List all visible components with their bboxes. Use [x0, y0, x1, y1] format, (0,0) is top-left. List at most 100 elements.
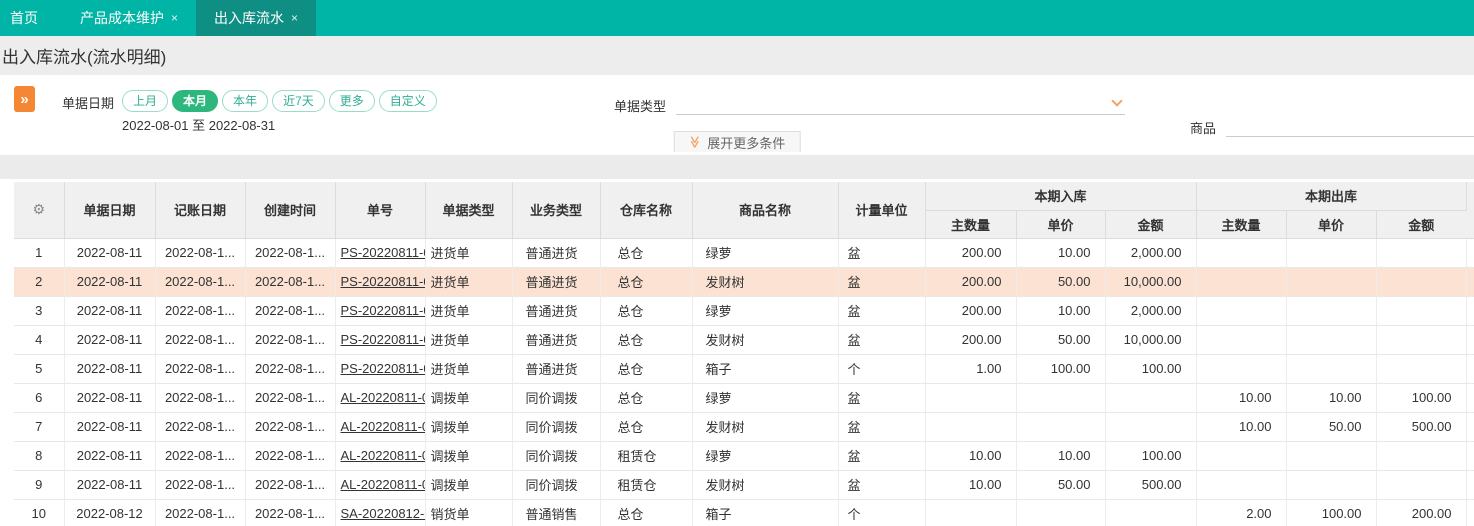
cell-product-name: 绿萝	[692, 383, 839, 413]
cell-book-date: 2022-08-1...	[155, 354, 246, 384]
cell-overflow	[1466, 412, 1474, 442]
cell-doc-type: 调拨单	[425, 412, 513, 442]
flow-table: ⚙ 单据日期 记账日期 创建时间 单号 单据类型 业务类型 仓库名称 商品名称 …	[14, 182, 1474, 526]
row-number: 2	[14, 267, 65, 297]
collapse-panel-button[interactable]: »	[14, 86, 35, 112]
table-row[interactable]: 3 2022-08-11 2022-08-1... 2022-08-1... P…	[14, 296, 1474, 326]
cell-in-price: 10.00	[1016, 441, 1106, 471]
cell-biz-type: 同价调拨	[512, 470, 601, 500]
cell-biz-type: 同价调拨	[512, 383, 601, 413]
cell-out-price	[1286, 238, 1377, 268]
cell-product-name: 箱子	[692, 499, 839, 526]
cell-doc-type: 销货单	[425, 499, 513, 526]
cell-product-name: 绿萝	[692, 238, 839, 268]
cell-doc-date: 2022-08-11	[64, 296, 156, 326]
date-pill[interactable]: 近7天	[272, 90, 325, 112]
cell-book-date: 2022-08-1...	[155, 325, 246, 355]
section-divider	[0, 155, 1474, 179]
cell-out-amount	[1376, 441, 1467, 471]
doc-no-link[interactable]: PS-20220811-0	[341, 303, 425, 318]
date-pill[interactable]: 本月	[172, 90, 219, 112]
cell-out-amount: 500.00	[1376, 412, 1467, 442]
col-header-warehouse[interactable]: 仓库名称	[600, 182, 693, 239]
date-pill[interactable]: 上月	[122, 90, 169, 112]
cell-doc-type: 调拨单	[425, 383, 513, 413]
cell-doc-type: 进货单	[425, 354, 513, 384]
cell-overflow	[1466, 267, 1474, 297]
cell-overflow	[1466, 238, 1474, 268]
expand-more-conditions-button[interactable]: ≫ 展开更多条件	[673, 131, 801, 152]
tab-product-cost[interactable]: 产品成本维护 ×	[62, 0, 196, 36]
table-row[interactable]: 7 2022-08-11 2022-08-1... 2022-08-1... A…	[14, 412, 1474, 442]
col-header-book-date[interactable]: 记账日期	[155, 182, 246, 239]
cell-in-price: 50.00	[1016, 267, 1106, 297]
cell-book-date: 2022-08-1...	[155, 383, 246, 413]
date-pill[interactable]: 自定义	[378, 90, 437, 112]
cell-product-name: 绿萝	[692, 441, 839, 471]
col-header-in-qty[interactable]: 主数量	[925, 210, 1017, 239]
col-header-in-price[interactable]: 单价	[1016, 210, 1106, 239]
cell-doc-type: 调拨单	[425, 470, 513, 500]
col-header-biz-type[interactable]: 业务类型	[512, 182, 601, 239]
table-row[interactable]: 10 2022-08-12 2022-08-1... 2022-08-1... …	[14, 499, 1474, 526]
col-header-doc-no[interactable]: 单号	[335, 182, 426, 239]
close-icon[interactable]: ×	[291, 12, 298, 24]
col-header-product-name[interactable]: 商品名称	[692, 182, 839, 239]
date-pill[interactable]: 本年	[222, 90, 269, 112]
group-header-outbound: 本期出库	[1196, 182, 1467, 211]
doc-no-link[interactable]: PS-20220811-0	[341, 245, 425, 260]
doc-no-link[interactable]: PS-20220811-0	[341, 274, 425, 289]
doc-no-link[interactable]: AL-20220811-0	[341, 477, 425, 492]
doc-no-link[interactable]: PS-20220811-0	[341, 332, 425, 347]
cell-in-amount: 2,000.00	[1105, 238, 1197, 268]
cell-in-amount	[1105, 412, 1197, 442]
cell-out-price	[1286, 470, 1377, 500]
cell-out-price: 100.00	[1286, 499, 1377, 526]
doc-no-link[interactable]: AL-20220811-0	[341, 448, 425, 463]
col-header-unit[interactable]: 计量单位	[838, 182, 926, 239]
cell-out-qty: 2.00	[1196, 499, 1287, 526]
tab-inout-flow[interactable]: 出入库流水 ×	[196, 0, 317, 36]
cell-create-time: 2022-08-1...	[245, 296, 336, 326]
col-header-create-time[interactable]: 创建时间	[245, 182, 336, 239]
table-row[interactable]: 4 2022-08-11 2022-08-1... 2022-08-1... P…	[14, 325, 1474, 355]
column-settings-button[interactable]: ⚙	[14, 182, 65, 239]
cell-in-amount: 2,000.00	[1105, 296, 1197, 326]
filter-panel: » 单据日期 上月 本月 本年 近7天 更多 自定义 2022-08-01 至 2022-…	[0, 75, 1474, 155]
cell-out-price	[1286, 441, 1377, 471]
col-header-doc-type[interactable]: 单据类型	[425, 182, 513, 239]
cell-unit: 盆	[838, 470, 926, 500]
col-header-out-price[interactable]: 单价	[1286, 210, 1377, 239]
table-row[interactable]: 5 2022-08-11 2022-08-1... 2022-08-1... P…	[14, 354, 1474, 384]
date-range-value[interactable]: 2022-08-01 至 2022-08-31	[122, 115, 275, 134]
doc-no-link[interactable]: AL-20220811-0	[341, 390, 425, 405]
date-pill[interactable]: 更多	[328, 90, 375, 112]
table-row[interactable]: 1 2022-08-11 2022-08-1... 2022-08-1... P…	[14, 238, 1474, 268]
doc-no-link[interactable]: PS-20220811-0	[341, 361, 425, 376]
table-row[interactable]: 6 2022-08-11 2022-08-1... 2022-08-1... A…	[14, 383, 1474, 413]
cell-in-price	[1016, 412, 1106, 442]
col-header-in-amount[interactable]: 金额	[1105, 210, 1197, 239]
doc-no-link[interactable]: SA-20220812-0	[341, 506, 425, 521]
col-header-out-amount[interactable]: 金额	[1376, 210, 1466, 239]
doc-no-link[interactable]: AL-20220811-0	[341, 419, 425, 434]
cell-biz-type: 普通销售	[512, 499, 601, 526]
col-header-doc-date[interactable]: 单据日期	[64, 182, 156, 239]
product-input[interactable]	[1226, 115, 1474, 137]
gear-icon: ⚙	[32, 201, 46, 218]
cell-overflow	[1466, 470, 1474, 500]
col-header-out-qty[interactable]: 主数量	[1196, 210, 1287, 239]
doc-type-select[interactable]	[676, 93, 1125, 115]
table-row[interactable]: 8 2022-08-11 2022-08-1... 2022-08-1... A…	[14, 441, 1474, 471]
close-icon[interactable]: ×	[171, 12, 178, 24]
cell-create-time: 2022-08-1...	[245, 383, 336, 413]
cell-in-price	[1016, 499, 1106, 526]
table-row[interactable]: 2 2022-08-11 2022-08-1... 2022-08-1... P…	[14, 267, 1474, 297]
row-number: 7	[14, 412, 65, 442]
row-number: 9	[14, 470, 65, 500]
table-row[interactable]: 9 2022-08-11 2022-08-1... 2022-08-1... A…	[14, 470, 1474, 500]
cell-biz-type: 普通进货	[512, 267, 601, 297]
cell-out-qty	[1196, 267, 1287, 297]
tab-home[interactable]: 首页	[0, 0, 62, 36]
cell-doc-type: 进货单	[425, 267, 513, 297]
